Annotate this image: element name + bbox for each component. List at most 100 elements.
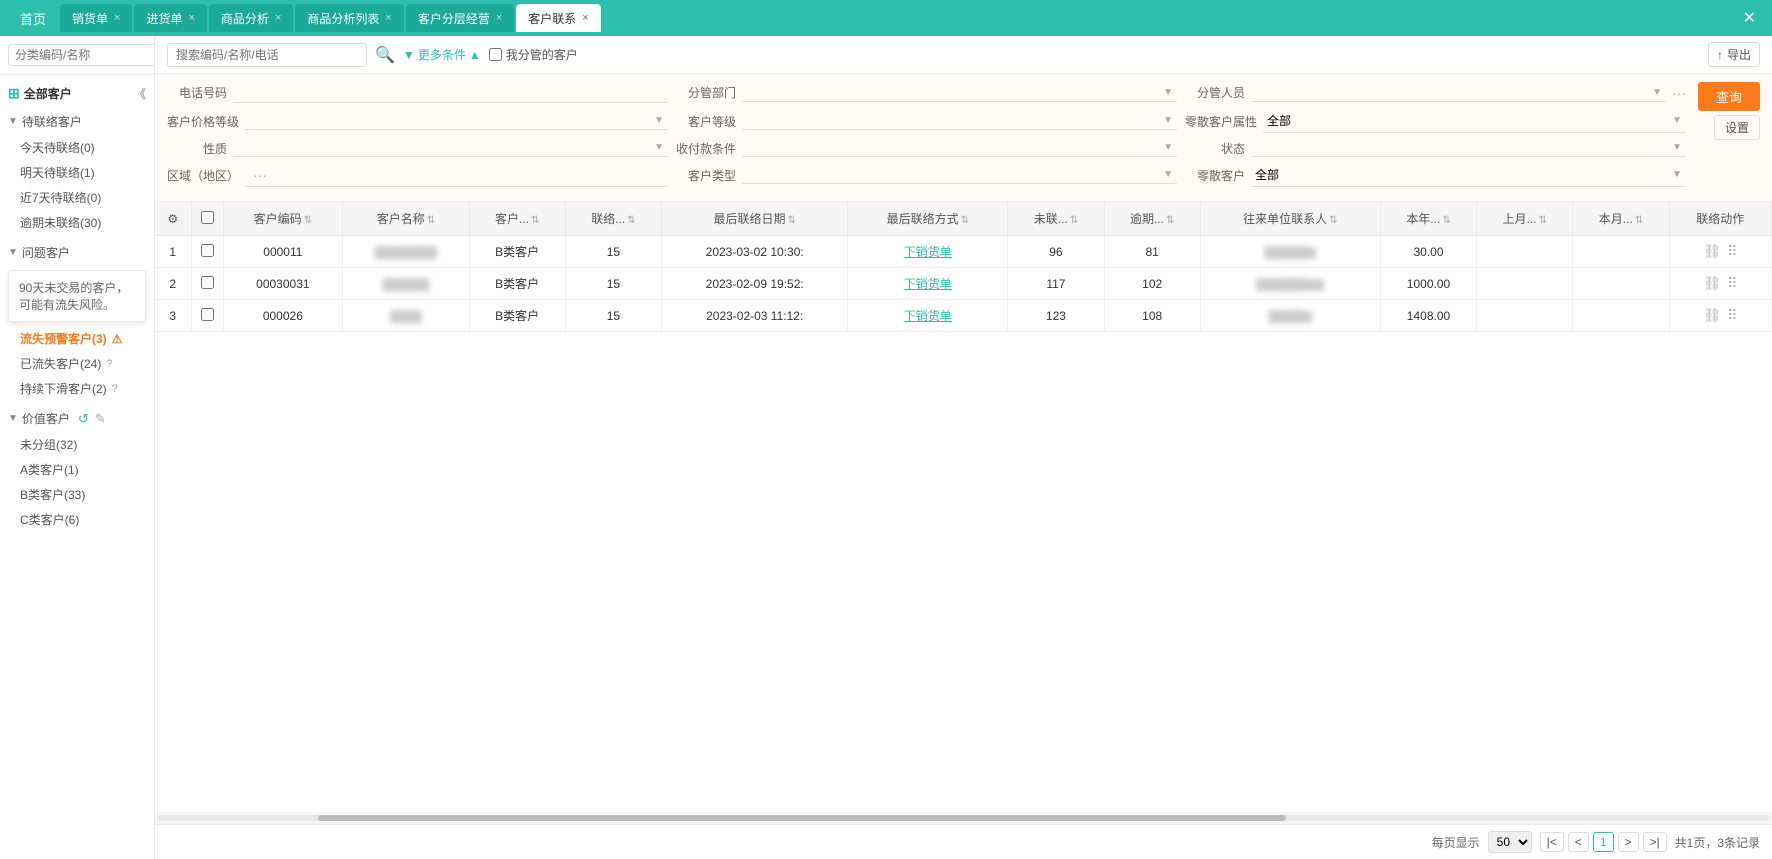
row-checkbox[interactable] <box>201 308 214 321</box>
th-unlinked-days[interactable]: 未联...⇅ <box>1008 202 1104 236</box>
window-close-button[interactable]: ✕ <box>1735 8 1764 28</box>
th-year-amount[interactable]: 本年...⇅ <box>1380 202 1476 236</box>
th-customer-name[interactable]: 客户名称⇅ <box>343 202 469 236</box>
more-action-icon[interactable]: ⠿ <box>1727 307 1737 324</box>
sidebar-group-value-header[interactable]: ▼ 价值客户 ↺ ✎ <box>0 405 154 432</box>
scrollbar-thumb[interactable] <box>318 815 1286 821</box>
th-customer-type[interactable]: 客户...⇅ <box>469 202 565 236</box>
adv-select-nature[interactable]: ▼ <box>233 139 668 157</box>
edit-icon[interactable]: ✎ <box>95 411 106 427</box>
more-conditions-button[interactable]: ▼ 更多条件 ▲ <box>403 46 481 63</box>
adv-select-dept[interactable]: ▼ <box>742 84 1177 102</box>
adv-select-manager[interactable]: ▼ <box>1251 84 1666 102</box>
th-this-month[interactable]: 本月...⇅ <box>1573 202 1669 236</box>
td-way-1[interactable]: 下销货单 <box>848 236 1008 268</box>
th-customer-code[interactable]: 客户编码⇅ <box>223 202 343 236</box>
adv-label-price-grade: 客户价格等级 <box>167 113 239 130</box>
adv-select-customer-grade[interactable]: ▼ <box>742 112 1177 130</box>
sort-icon: ⇅ <box>788 215 796 226</box>
horizontal-scrollbar[interactable] <box>155 812 1772 824</box>
td-way-3[interactable]: 下销货单 <box>848 300 1008 332</box>
sidebar-item-churn-warning[interactable]: 流失预警客户(3) ⚠ <box>0 326 154 351</box>
sidebar-root-all-customers[interactable]: ⊞ 全部客户 《 <box>0 79 154 108</box>
td-checkbox-1[interactable] <box>191 236 223 268</box>
sidebar-group-pending: ▼ 待联络客户 今天待联络(0) 明天待联络(1) 近7天待联络(0) 逾期未联… <box>0 108 154 235</box>
chevron-down-icon: ▼ <box>1672 142 1682 153</box>
link-action-icon[interactable]: ⛓ <box>1703 275 1721 292</box>
last-page-button[interactable]: >| <box>1643 832 1667 852</box>
th-settings[interactable]: ⚙ <box>155 202 191 236</box>
adv-field-customer-grade: 客户等级 ▼ <box>676 112 1177 130</box>
th-checkbox[interactable] <box>191 202 223 236</box>
adv-select-status[interactable]: ▼ <box>1251 139 1686 157</box>
more-action-icon[interactable]: ⠿ <box>1727 243 1737 260</box>
row-checkbox[interactable] <box>201 276 214 289</box>
next-page-button[interactable]: > <box>1618 832 1639 852</box>
sidebar-item-tomorrow-pending[interactable]: 明天待联络(1) <box>0 160 154 185</box>
first-page-button[interactable]: |< <box>1540 832 1564 852</box>
td-checkbox-2[interactable] <box>191 268 223 300</box>
tab-customer-contact[interactable]: 客户联系 × <box>516 4 600 32</box>
tab-close-icon[interactable]: × <box>188 12 194 24</box>
tab-customer-layered[interactable]: 客户分层经营 × <box>406 4 514 32</box>
adv-filter-row-3: 性质 ▼ 收付款条件 ▼ <box>167 139 1686 157</box>
td-way-2[interactable]: 下销货单 <box>848 268 1008 300</box>
adv-select-region[interactable]: ··· <box>245 164 668 187</box>
select-all-checkbox[interactable] <box>201 211 214 224</box>
adv-select-payment[interactable]: ▼ <box>742 139 1177 157</box>
page-size-select[interactable]: 50 <box>1488 831 1532 853</box>
sidebar-item-class-a[interactable]: A类客户(1) <box>0 457 154 482</box>
sidebar-item-class-b[interactable]: B类客户(33) <box>0 482 154 507</box>
tab-purchase-order[interactable]: 进货单 × <box>134 4 206 32</box>
more-action-icon[interactable]: ⠿ <box>1727 275 1737 292</box>
tab-product-analysis-list[interactable]: 商品分析列表 × <box>295 4 403 32</box>
th-last-contact-way[interactable]: 最后联络方式⇅ <box>848 202 1008 236</box>
th-unit-contacts[interactable]: 往来单位联系人⇅ <box>1200 202 1380 236</box>
collapse-icon[interactable]: 《 <box>134 85 146 102</box>
sidebar-item-churned[interactable]: 已流失客户(24) ? <box>0 351 154 376</box>
row-checkbox[interactable] <box>201 244 214 257</box>
sidebar-group-pending-header[interactable]: ▼ 待联络客户 <box>0 108 154 135</box>
tab-close-icon[interactable]: × <box>275 12 281 24</box>
query-button[interactable]: 查询 <box>1698 82 1760 111</box>
adv-select-retail-attr[interactable]: 全部 ▼ <box>1263 109 1686 133</box>
th-last-month[interactable]: 上月...⇅ <box>1477 202 1573 236</box>
export-button[interactable]: ↑ 导出 <box>1708 42 1760 67</box>
sidebar-search-input[interactable] <box>8 44 155 66</box>
adv-select-price-grade[interactable]: ▼ <box>245 112 668 130</box>
tab-close-icon[interactable]: × <box>582 12 588 24</box>
ellipsis-icon[interactable]: ··· <box>253 167 267 183</box>
sidebar-item-overdue-pending[interactable]: 逾期未联络(30) <box>0 210 154 235</box>
my-managed-checkbox-area[interactable]: 我分管的客户 <box>489 46 578 63</box>
prev-page-button[interactable]: < <box>1568 832 1589 852</box>
tab-close-icon[interactable]: × <box>114 12 120 24</box>
td-contacts-3: ██ ██... <box>1200 300 1380 332</box>
sidebar-item-today-pending[interactable]: 今天待联络(0) <box>0 135 154 160</box>
link-action-icon[interactable]: ⛓ <box>1703 307 1721 324</box>
tab-close-icon[interactable]: × <box>496 12 502 24</box>
adv-input-phone[interactable] <box>233 82 668 103</box>
main-search-button[interactable]: 🔍 <box>375 45 395 65</box>
adv-select-retail[interactable]: 全部 ▼ <box>1251 163 1686 187</box>
th-contact-count[interactable]: 联络...⇅ <box>565 202 661 236</box>
tab-sales-order[interactable]: 销货单 × <box>60 4 132 32</box>
ellipsis-icon[interactable]: ··· <box>1672 85 1686 101</box>
sidebar-group-problem-header[interactable]: ▼ 问题客户 <box>0 239 154 266</box>
th-overdue[interactable]: 逾期...⇅ <box>1104 202 1200 236</box>
th-last-contact-date[interactable]: 最后联络日期⇅ <box>662 202 848 236</box>
settings-button[interactable]: 设置 <box>1714 115 1760 140</box>
sidebar-item-declining[interactable]: 持续下滑客户(2) ? <box>0 376 154 401</box>
refresh-icon[interactable]: ↺ <box>78 411 89 427</box>
sidebar-item-week-pending[interactable]: 近7天待联络(0) <box>0 185 154 210</box>
tab-home[interactable]: 首页 <box>8 4 58 32</box>
main-search-input[interactable] <box>167 43 367 67</box>
adv-select-customer-type[interactable]: ▼ <box>742 166 1177 184</box>
my-managed-checkbox[interactable] <box>489 48 502 61</box>
link-action-icon[interactable]: ⛓ <box>1703 243 1721 260</box>
sidebar-item-class-c[interactable]: C类客户(6) <box>0 507 154 532</box>
tab-product-analysis[interactable]: 商品分析 × <box>209 4 293 32</box>
sidebar-item-ungrouped[interactable]: 未分组(32) <box>0 432 154 457</box>
adv-field-payment: 收付款条件 ▼ <box>676 139 1177 157</box>
tab-close-icon[interactable]: × <box>385 12 391 24</box>
td-checkbox-3[interactable] <box>191 300 223 332</box>
